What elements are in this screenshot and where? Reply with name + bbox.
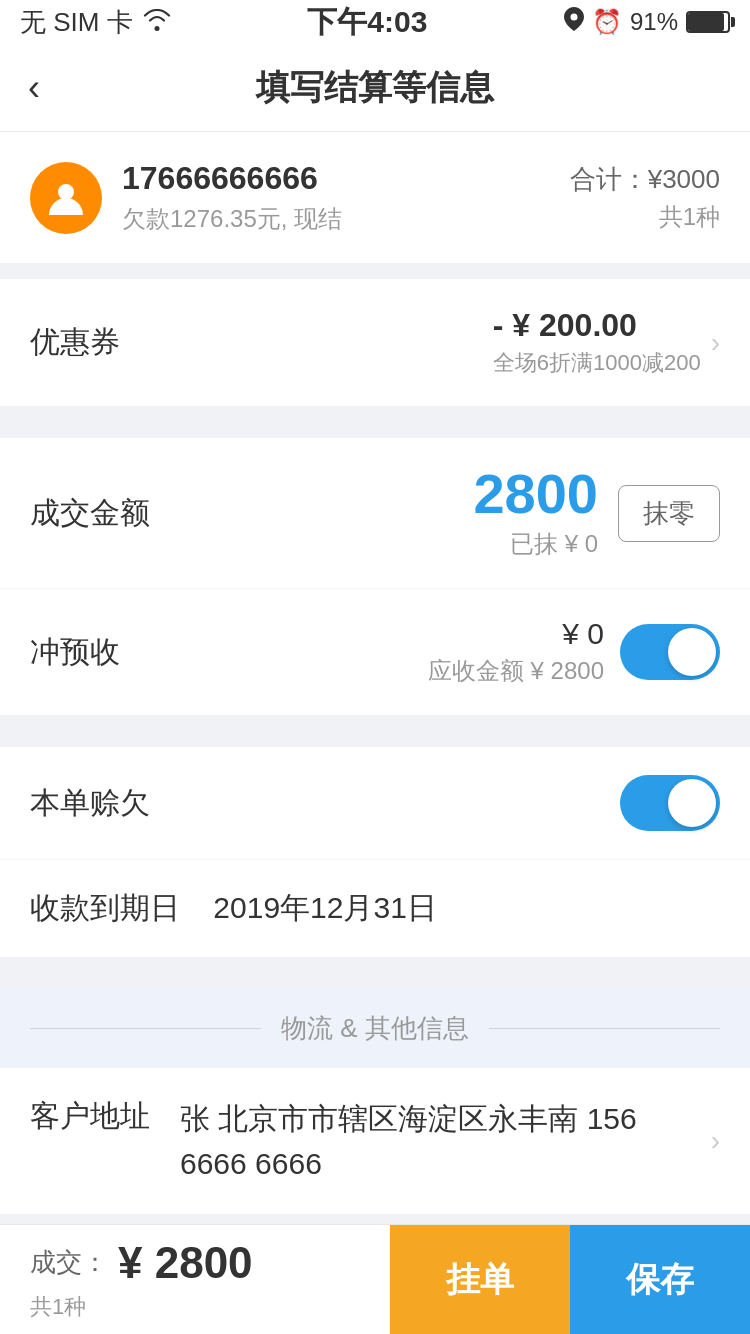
- address-content: 张 北京市市辖区海淀区永丰南 156 6666 6666: [180, 1096, 711, 1186]
- coupon-discount: - ¥ 200.00: [493, 307, 701, 344]
- status-bar: 无 SIM 卡 下午4:03 ⏰ 91%: [0, 0, 750, 44]
- divider-2: [0, 731, 750, 747]
- wifi-icon: [143, 7, 171, 38]
- bottom-total-row: 成交： ¥ 2800: [30, 1238, 360, 1288]
- coupon-desc: 全场6折满1000减200: [493, 348, 701, 378]
- logistics-label: 物流 & 其他信息: [261, 1011, 489, 1046]
- battery-label: 91%: [630, 8, 678, 36]
- chong-right: ¥ 0 应收金额 ¥ 2800: [428, 617, 720, 687]
- bottom-bar: 成交： ¥ 2800 共1种 挂单 保存: [0, 1224, 750, 1334]
- logistics-line-left: [30, 1028, 261, 1029]
- coupon-row[interactable]: 优惠券 - ¥ 200.00 全场6折满1000减200 ›: [0, 279, 750, 406]
- total-label: 合计：¥3000: [570, 162, 720, 197]
- back-button[interactable]: ‹: [28, 67, 40, 109]
- user-debt: 欠款1276.35元, 现结: [122, 203, 342, 235]
- chong-toggle[interactable]: [620, 624, 720, 680]
- page-title: 填写结算等信息: [256, 65, 494, 111]
- total-value: ¥3000: [648, 164, 720, 194]
- coupon-info: - ¥ 200.00 全场6折满1000减200: [493, 307, 701, 378]
- coupon-label: 优惠券: [30, 322, 120, 363]
- address-label: 客户地址: [30, 1096, 150, 1137]
- deal-label: 成交金额: [30, 493, 150, 534]
- deal-amount-sub: 已抹 ¥ 0: [473, 528, 598, 560]
- bottom-deal-amount: ¥ 2800: [118, 1238, 253, 1288]
- battery-icon: [686, 11, 730, 33]
- chong-row: 冲预收 ¥ 0 应收金额 ¥ 2800: [0, 589, 750, 715]
- chevron-right-icon: ›: [711, 327, 720, 359]
- status-time: 下午4:03: [307, 2, 427, 43]
- chevron-right-address-icon: ›: [711, 1125, 720, 1157]
- nav-bar: ‹ 填写结算等信息: [0, 44, 750, 132]
- deal-section: 成交金额 2800 已抹 ¥ 0 抹零 冲预收 ¥ 0 应收金额 ¥ 2800: [0, 438, 750, 715]
- debt-right: [620, 775, 720, 831]
- user-info: 17666666666 欠款1276.35元, 现结: [122, 160, 342, 235]
- chong-amount-col: ¥ 0 应收金额 ¥ 2800: [428, 617, 604, 687]
- debt-toggle[interactable]: [620, 775, 720, 831]
- avatar: [30, 162, 102, 234]
- logistics-header: 物流 & 其他信息: [0, 989, 750, 1068]
- chong-sub: 应收金额 ¥ 2800: [428, 655, 604, 687]
- deal-amount: 2800: [473, 466, 598, 522]
- deal-row: 成交金额 2800 已抹 ¥ 0 抹零: [0, 438, 750, 589]
- chong-label: 冲预收: [30, 632, 120, 673]
- divider-3: [0, 973, 750, 989]
- round-zero-button[interactable]: 抹零: [618, 485, 720, 542]
- bottom-deal-label: 成交：: [30, 1245, 108, 1280]
- carrier-label: 无 SIM 卡: [20, 5, 133, 40]
- debt-label: 本单赊欠: [30, 783, 150, 824]
- due-date-row: 收款到期日 2019年12月31日: [0, 860, 750, 957]
- due-date-value: 2019年12月31日: [213, 891, 436, 924]
- content-area: 17666666666 欠款1276.35元, 现结 合计：¥3000 共1种 …: [0, 132, 750, 1334]
- total-count: 共1种: [570, 201, 720, 233]
- alarm-icon: ⏰: [592, 8, 622, 36]
- address-row[interactable]: 客户地址 张 北京市市辖区海淀区永丰南 156 6666 6666 ›: [0, 1068, 750, 1214]
- coupon-right: - ¥ 200.00 全场6折满1000减200 ›: [493, 307, 720, 378]
- chong-toggle-knob: [668, 628, 716, 676]
- divider-1: [0, 422, 750, 438]
- user-right: 合计：¥3000 共1种: [570, 162, 720, 233]
- user-left: 17666666666 欠款1276.35元, 现结: [30, 160, 342, 235]
- status-left: 无 SIM 卡: [20, 5, 171, 40]
- deal-amount-col: 2800 已抹 ¥ 0: [473, 466, 598, 560]
- bottom-count: 共1种: [30, 1292, 360, 1322]
- location-icon: [564, 7, 584, 37]
- user-phone: 17666666666: [122, 160, 342, 197]
- chong-amount: ¥ 0: [428, 617, 604, 651]
- hang-button[interactable]: 挂单: [390, 1225, 570, 1335]
- svg-point-0: [58, 184, 74, 200]
- save-button[interactable]: 保存: [570, 1225, 750, 1335]
- due-date-label: 收款到期日 2019年12月31日: [30, 888, 437, 929]
- deal-right: 2800 已抹 ¥ 0 抹零: [473, 466, 720, 560]
- logistics-line-right: [489, 1028, 720, 1029]
- debt-toggle-knob: [668, 779, 716, 827]
- user-card: 17666666666 欠款1276.35元, 现结 合计：¥3000 共1种: [0, 132, 750, 263]
- debt-section: 本单赊欠 收款到期日 2019年12月31日: [0, 747, 750, 957]
- debt-row: 本单赊欠: [0, 747, 750, 860]
- bottom-total: 成交： ¥ 2800 共1种: [0, 1238, 390, 1322]
- status-right: ⏰ 91%: [564, 7, 730, 37]
